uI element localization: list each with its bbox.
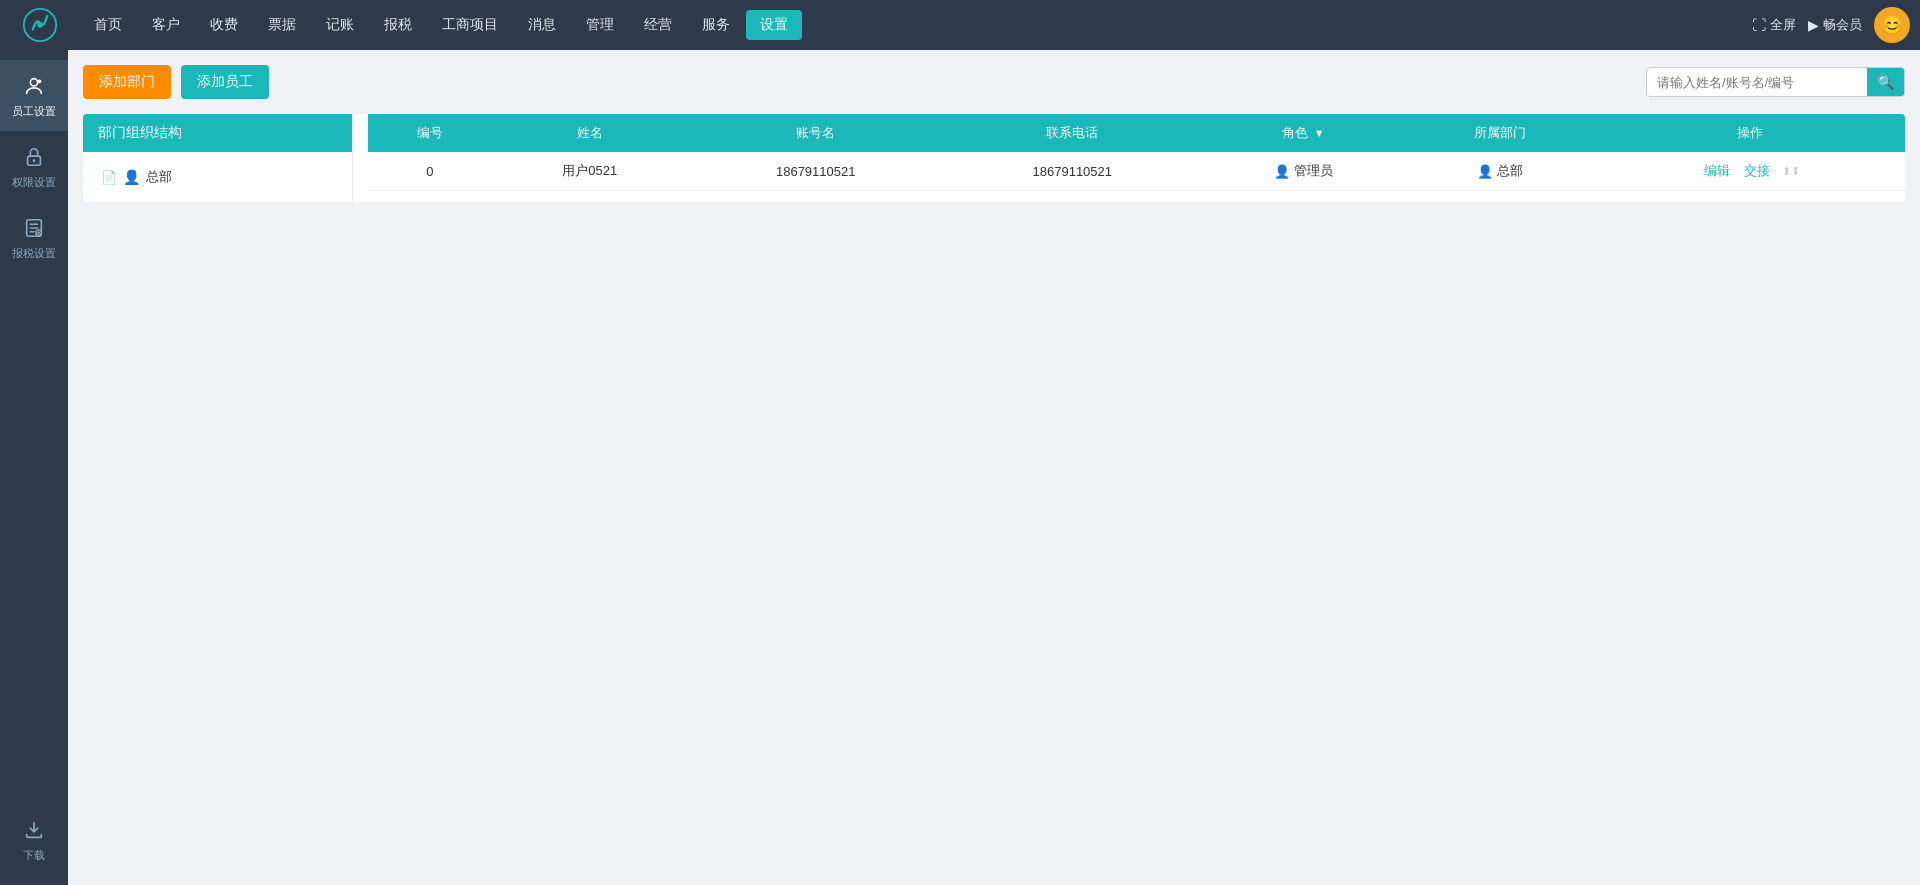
row-scroll-arrows: ⬆⬇: [1782, 165, 1800, 177]
nav-operation[interactable]: 经营: [630, 10, 686, 40]
employee-area: 部门组织结构 📄 👤 总部 编号 姓名 账号名: [83, 114, 1905, 202]
app-logo: [10, 7, 70, 43]
nav-invoice[interactable]: 票据: [254, 10, 310, 40]
nav-message[interactable]: 消息: [514, 10, 570, 40]
nav-tax[interactable]: 报税: [370, 10, 426, 40]
transfer-button[interactable]: 交接: [1744, 163, 1770, 178]
nav-right-area: ⛶ 全屏 ▶ 畅会员 😊: [1752, 7, 1910, 43]
dept-tree: 部门组织结构 📄 👤 总部: [83, 114, 353, 202]
table-row: 0 用户0521 18679110521 18679110521 👤 管理员: [368, 152, 1905, 191]
add-dept-button[interactable]: 添加部门: [83, 65, 171, 99]
vip-button[interactable]: ▶ 畅会员: [1808, 16, 1862, 34]
svg-point-1: [37, 22, 42, 27]
vip-icon: ▶: [1808, 17, 1819, 33]
col-header-role: 角色 ▼: [1201, 114, 1407, 152]
person-settings-icon: [20, 72, 48, 100]
sidebar-item-tax-settings[interactable]: 报税设置: [0, 202, 68, 273]
svg-point-2: [30, 79, 37, 86]
col-header-account: 账号名: [687, 114, 944, 152]
col-header-id: 编号: [368, 114, 492, 152]
nav-service[interactable]: 服务: [688, 10, 744, 40]
svg-point-5: [33, 159, 36, 162]
nav-accounting[interactable]: 记账: [312, 10, 368, 40]
dept-person-icon-cell: 👤: [1477, 164, 1493, 179]
nav-settings[interactable]: 设置: [746, 10, 802, 40]
vip-label: 畅会员: [1823, 16, 1862, 34]
employee-table: 编号 姓名 账号名 联系电话 角色 ▼ 所属部门 操作: [368, 114, 1905, 191]
dept-item-root[interactable]: 📄 👤 总部: [93, 162, 342, 192]
col-header-name: 姓名: [492, 114, 688, 152]
sidebar-label-download: 下载: [23, 848, 45, 863]
fullscreen-icon: ⛶: [1752, 17, 1766, 33]
file-icon: 📄: [101, 170, 117, 185]
col-header-phone: 联系电话: [944, 114, 1201, 152]
nav-menu: 首页 客户 收费 票据 记账 报税 工商项目 消息 管理 经营 服务 设置: [80, 10, 1752, 40]
cell-action: 编辑 交接 ⬆⬇: [1595, 152, 1905, 191]
fullscreen-label: 全屏: [1770, 16, 1796, 34]
sidebar: 员工设置 权限设置 报税设置: [0, 50, 68, 885]
sidebar-item-download[interactable]: 下载: [0, 804, 68, 875]
nav-home[interactable]: 首页: [80, 10, 136, 40]
dept-name-root: 总部: [146, 168, 172, 186]
sidebar-label-employee-settings: 员工设置: [12, 104, 56, 119]
search-icon: 🔍: [1877, 74, 1894, 90]
main-layout: 员工设置 权限设置 报税设置: [0, 50, 1920, 885]
col-header-action: 操作: [1595, 114, 1905, 152]
role-value: 管理员: [1294, 162, 1333, 180]
filter-icon[interactable]: ▼: [1314, 127, 1325, 139]
nav-commerce[interactable]: 工商项目: [428, 10, 512, 40]
table-header-row: 编号 姓名 账号名 联系电话 角色 ▼ 所属部门 操作: [368, 114, 1905, 152]
toolbar: 添加部门 添加员工 🔍: [83, 65, 1905, 99]
dept-value: 总部: [1497, 162, 1523, 180]
sidebar-label-tax-settings: 报税设置: [12, 246, 56, 261]
cell-dept: 👤 总部: [1406, 152, 1594, 191]
col-header-dept: 所属部门: [1406, 114, 1594, 152]
role-person-icon: 👤: [1274, 164, 1290, 179]
download-icon: [20, 816, 48, 844]
top-navigation: 首页 客户 收费 票据 记账 报税 工商项目 消息 管理 经营 服务 设置 ⛶ …: [0, 0, 1920, 50]
lock-icon: [20, 143, 48, 171]
cell-account: 18679110521: [687, 152, 944, 191]
employee-table-wrap: 编号 姓名 账号名 联系电话 角色 ▼ 所属部门 操作: [368, 114, 1905, 202]
nav-manage[interactable]: 管理: [572, 10, 628, 40]
svg-point-3: [38, 80, 42, 84]
edit-button[interactable]: 编辑: [1704, 163, 1730, 178]
search-input[interactable]: [1647, 69, 1867, 96]
sidebar-label-permission-settings: 权限设置: [12, 175, 56, 190]
cell-id: 0: [368, 152, 492, 191]
add-employee-button[interactable]: 添加员工: [181, 65, 269, 99]
cell-role: 👤 管理员: [1201, 152, 1407, 191]
fullscreen-button[interactable]: ⛶ 全屏: [1752, 16, 1796, 34]
dept-tree-header: 部门组织结构: [83, 114, 352, 152]
cell-name: 用户0521: [492, 152, 688, 191]
nav-customer[interactable]: 客户: [138, 10, 194, 40]
dept-tree-content: 📄 👤 总部: [83, 152, 352, 202]
content-area: 添加部门 添加员工 🔍 部门组织结构 📄 👤 总部: [68, 50, 1920, 885]
user-avatar[interactable]: 😊: [1874, 7, 1910, 43]
sidebar-item-employee-settings[interactable]: 员工设置: [0, 60, 68, 131]
dept-person-icon: 👤: [123, 169, 140, 185]
tax-icon: [20, 214, 48, 242]
sidebar-item-permission-settings[interactable]: 权限设置: [0, 131, 68, 202]
search-button[interactable]: 🔍: [1867, 68, 1904, 96]
search-box: 🔍: [1646, 67, 1905, 97]
cell-phone: 18679110521: [944, 152, 1201, 191]
nav-billing[interactable]: 收费: [196, 10, 252, 40]
